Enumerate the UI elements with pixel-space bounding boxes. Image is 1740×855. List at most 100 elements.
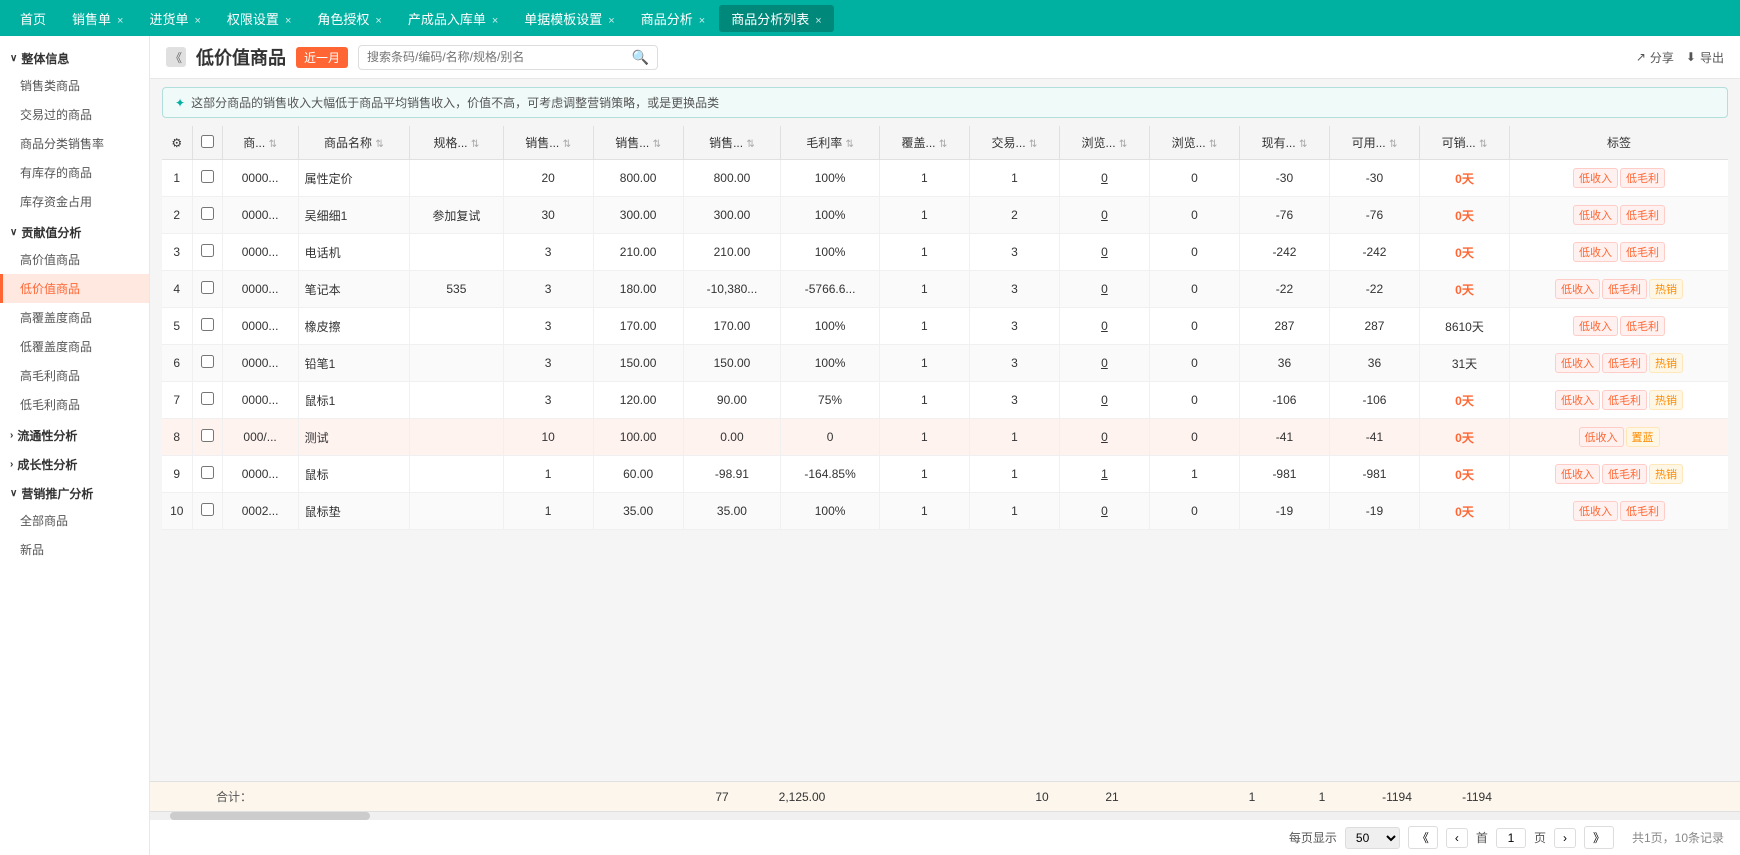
totals-coverage: 10 [1012, 790, 1072, 804]
nav-product-analysis[interactable]: 商品分析× [629, 5, 717, 32]
nav-role-auth[interactable]: 角色授权× [305, 5, 393, 32]
row-sale-amount: -98.91 [683, 456, 781, 493]
nav-product-stock[interactable]: 产成品入库单× [396, 5, 510, 32]
sidebar-group-contribution[interactable]: ∨ 贡献值分析 [0, 216, 149, 245]
nav-purchase[interactable]: 进货单× [137, 5, 212, 32]
col-margin[interactable]: 毛利率 ⇅ [781, 126, 880, 160]
col-sale-qty[interactable]: 销售... ⇅ [503, 126, 593, 160]
row-checkbox[interactable] [192, 382, 222, 419]
close-icon[interactable]: × [285, 15, 291, 27]
tag: 低收入 [1555, 390, 1600, 410]
horizontal-scrollbar[interactable] [150, 812, 1740, 820]
row-browse1: 0 [1059, 419, 1149, 456]
col-sale-price[interactable]: 销售... ⇅ [593, 126, 683, 160]
sidebar-group-growth[interactable]: › 成长性分析 [0, 448, 149, 477]
export-button[interactable]: ⬇ 导出 [1686, 49, 1724, 66]
sidebar-item-high-value[interactable]: 高价值商品 [0, 245, 149, 274]
tag: 低收入 [1555, 353, 1600, 373]
close-icon[interactable]: × [194, 15, 200, 27]
page-number-input[interactable] [1496, 828, 1526, 848]
close-icon[interactable]: × [608, 15, 614, 27]
row-checkbox[interactable] [192, 234, 222, 271]
share-button[interactable]: ↗ 分享 [1636, 49, 1674, 66]
row-spec [410, 234, 503, 271]
tag: 热销 [1649, 390, 1683, 410]
row-checkbox[interactable] [192, 456, 222, 493]
prev-page-button[interactable]: ‹ [1446, 828, 1468, 848]
totals-sale-price: 2,125.00 [762, 790, 842, 804]
row-checkbox[interactable] [192, 345, 222, 382]
sidebar-group-circulation[interactable]: › 流通性分析 [0, 419, 149, 448]
col-sale-amount[interactable]: 销售... ⇅ [683, 126, 781, 160]
row-checkbox[interactable] [192, 197, 222, 234]
search-icon[interactable]: 🔍 [632, 49, 649, 66]
col-saleable[interactable]: 可销... ⇅ [1419, 126, 1509, 160]
row-checkbox[interactable] [192, 308, 222, 345]
sidebar-item-stock-products[interactable]: 有库存的商品 [0, 158, 149, 187]
sidebar-item-category-sales-rate[interactable]: 商品分类销售率 [0, 129, 149, 158]
row-margin: 100% [781, 493, 880, 530]
col-spec[interactable]: 规格... ⇅ [410, 126, 503, 160]
col-browse2[interactable]: 浏览... ⇅ [1149, 126, 1239, 160]
nav-sales[interactable]: 销售单× [60, 5, 135, 32]
table-row: 9 0000... 鼠标 1 60.00 -98.91 -164.85% 1 1… [162, 456, 1728, 493]
sidebar-item-high-margin[interactable]: 高毛利商品 [0, 361, 149, 390]
settings-col-header[interactable]: ⚙ [162, 126, 192, 160]
sidebar-item-all-products[interactable]: 全部商品 [0, 506, 149, 535]
search-input[interactable] [367, 50, 628, 64]
row-checkbox[interactable] [192, 419, 222, 456]
col-current[interactable]: 现有... ⇅ [1239, 126, 1329, 160]
sidebar-item-low-value[interactable]: 低价值商品 [0, 274, 149, 303]
row-tags: 低收入低毛利热销 [1510, 271, 1729, 308]
col-name[interactable]: 商品名称 ⇅ [298, 126, 409, 160]
col-tags[interactable]: 标签 [1510, 126, 1729, 160]
row-sale-amount: 300.00 [683, 197, 781, 234]
row-checkbox[interactable] [192, 271, 222, 308]
row-checkbox[interactable] [192, 493, 222, 530]
row-sale-amount: 210.00 [683, 234, 781, 271]
sidebar-item-low-coverage[interactable]: 低覆盖度商品 [0, 332, 149, 361]
select-all-checkbox[interactable] [201, 135, 214, 148]
row-tags: 低收入低毛利 [1510, 234, 1729, 271]
last-page-button[interactable]: 》 [1584, 826, 1614, 849]
sidebar-group-overall[interactable]: ∨ 整体信息 [0, 42, 149, 71]
sidebar-item-traded-products[interactable]: 交易过的商品 [0, 100, 149, 129]
row-available: -106 [1329, 382, 1419, 419]
row-browse2: 0 [1149, 197, 1239, 234]
nav-home[interactable]: 首页 [8, 5, 58, 32]
close-icon[interactable]: × [117, 15, 123, 27]
nav-product-analysis-list[interactable]: 商品分析列表× [719, 5, 833, 32]
tag: 低毛利 [1602, 464, 1647, 484]
row-checkbox[interactable] [192, 160, 222, 197]
close-icon[interactable]: × [815, 15, 821, 27]
close-icon[interactable]: × [375, 15, 381, 27]
scrollbar-thumb[interactable] [170, 812, 370, 820]
sidebar-group-marketing[interactable]: ∨ 营销推广分析 [0, 477, 149, 506]
sidebar-item-high-coverage[interactable]: 高覆盖度商品 [0, 303, 149, 332]
checkbox-col-header[interactable] [192, 126, 222, 160]
col-coverage[interactable]: 覆盖... ⇅ [879, 126, 969, 160]
sidebar-item-new-products[interactable]: 新品 [0, 535, 149, 564]
row-current: -242 [1239, 234, 1329, 271]
nav-auth-settings[interactable]: 权限设置× [215, 5, 303, 32]
tag: 低收入 [1573, 242, 1618, 262]
period-badge[interactable]: 近一月 [296, 47, 348, 68]
col-available[interactable]: 可用... ⇅ [1329, 126, 1419, 160]
row-available: 36 [1329, 345, 1419, 382]
close-icon[interactable]: × [699, 15, 705, 27]
row-num: 6 [162, 345, 192, 382]
sidebar-item-sales-products[interactable]: 销售类商品 [0, 71, 149, 100]
close-icon[interactable]: × [492, 15, 498, 27]
first-page-button[interactable]: 《 [1408, 826, 1438, 849]
page-size-select[interactable]: 50 100 200 [1345, 827, 1400, 849]
col-trade[interactable]: 交易... ⇅ [969, 126, 1059, 160]
col-code[interactable]: 商... ⇅ [222, 126, 298, 160]
sidebar-item-stock-capital[interactable]: 库存资金占用 [0, 187, 149, 216]
nav-template-settings[interactable]: 单据模板设置× [512, 5, 626, 32]
row-coverage: 1 [879, 493, 969, 530]
col-browse1[interactable]: 浏览... ⇅ [1059, 126, 1149, 160]
sidebar-item-low-margin[interactable]: 低毛利商品 [0, 390, 149, 419]
next-page-button[interactable]: › [1554, 828, 1576, 848]
row-coverage: 1 [879, 345, 969, 382]
collapse-sidebar-button[interactable]: 《 [166, 47, 186, 67]
